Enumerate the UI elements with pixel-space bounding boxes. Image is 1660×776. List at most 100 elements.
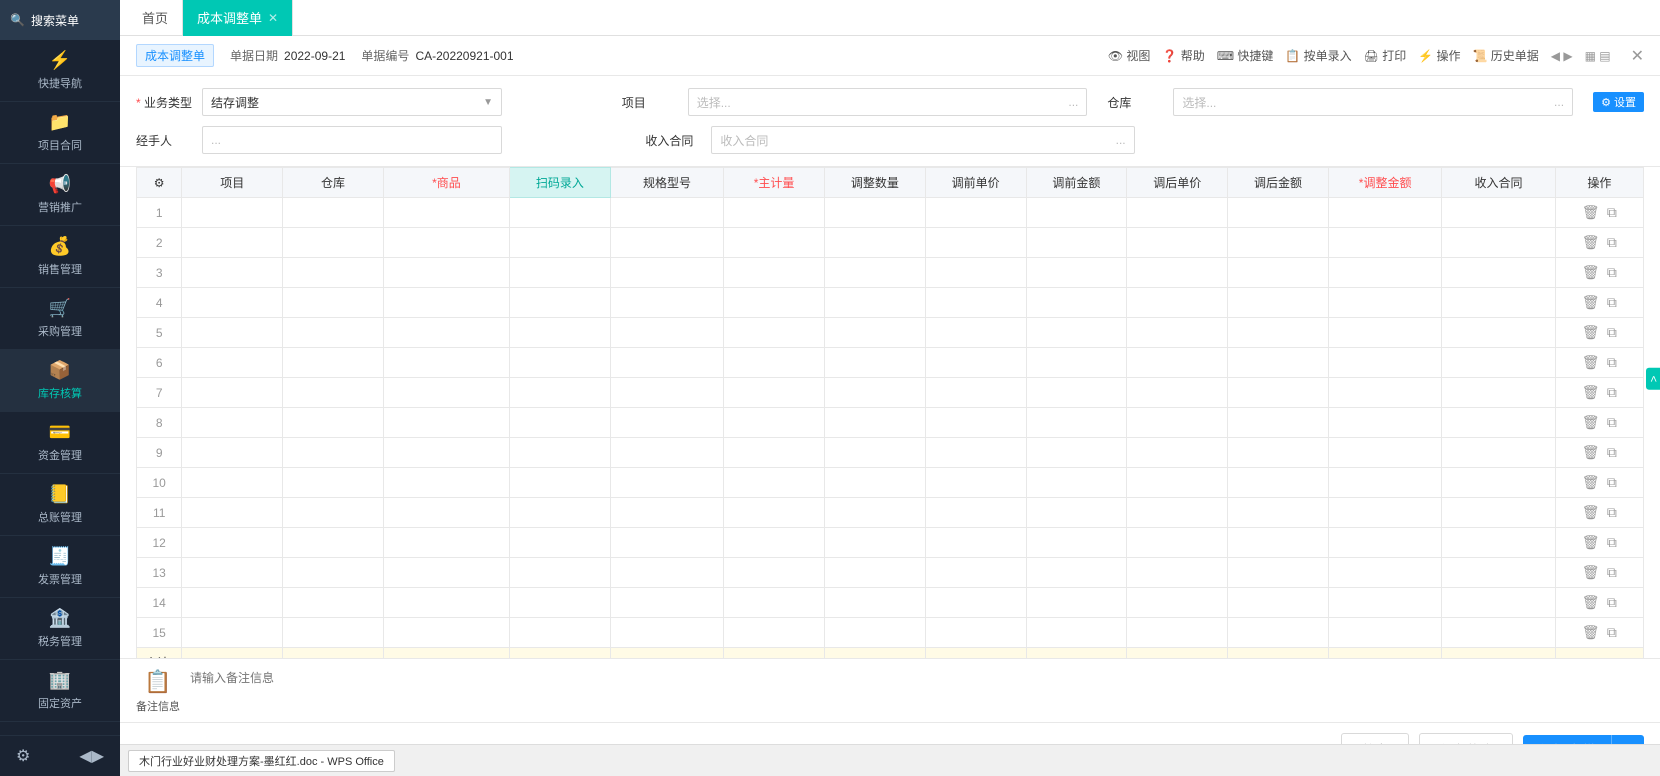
sidebar-item-tax[interactable]: 🏦 税务管理 — [0, 598, 120, 660]
cell-price-after-13[interactable] — [1127, 558, 1228, 588]
cell-income-9[interactable] — [1442, 438, 1555, 468]
cell-goods-15[interactable] — [383, 618, 509, 648]
cell-unit-15[interactable] — [724, 618, 825, 648]
tab-close-icon[interactable]: ✕ — [268, 11, 278, 25]
copy-icon-7[interactable]: ⧉ — [1607, 384, 1617, 400]
cell-scan-5[interactable] — [509, 318, 610, 348]
cell-price-after-11[interactable] — [1127, 498, 1228, 528]
cell-spec-2[interactable] — [610, 228, 723, 258]
delete-icon-4[interactable]: 🗑 — [1582, 294, 1600, 310]
cell-adj-amount-4[interactable] — [1328, 288, 1441, 318]
copy-icon-13[interactable]: ⧉ — [1607, 564, 1617, 580]
delete-icon-13[interactable]: 🗑 — [1582, 564, 1600, 580]
col-scan[interactable]: 扫码录入 — [509, 168, 610, 198]
cell-scan-3[interactable] — [509, 258, 610, 288]
cell-adj-amount-8[interactable] — [1328, 408, 1441, 438]
delete-icon-12[interactable]: 🗑 — [1582, 534, 1600, 550]
copy-icon-11[interactable]: ⧉ — [1607, 504, 1617, 520]
remarks-icon-btn[interactable]: 📋 备注信息 — [136, 667, 180, 714]
history-link[interactable]: 📜 历史单据 — [1473, 47, 1539, 64]
cell-warehouse-1[interactable] — [283, 198, 384, 228]
cell-income-14[interactable] — [1442, 588, 1555, 618]
cell-income-3[interactable] — [1442, 258, 1555, 288]
cell-warehouse-13[interactable] — [283, 558, 384, 588]
cell-qty-7[interactable] — [824, 378, 925, 408]
cell-qty-8[interactable] — [824, 408, 925, 438]
cell-adj-amount-9[interactable] — [1328, 438, 1441, 468]
cell-goods-11[interactable] — [383, 498, 509, 528]
cell-spec-4[interactable] — [610, 288, 723, 318]
cell-project-8[interactable] — [182, 408, 283, 438]
sidebar-item-invoice[interactable]: 🧾 发票管理 — [0, 536, 120, 598]
sidebar-item-asset[interactable]: 🏢 固定资产 — [0, 660, 120, 722]
cell-scan-12[interactable] — [509, 528, 610, 558]
cell-project-12[interactable] — [182, 528, 283, 558]
cell-price-before-12[interactable] — [925, 528, 1026, 558]
sidebar-item-purchase[interactable]: 🛒 采购管理 — [0, 288, 120, 350]
cell-income-10[interactable] — [1442, 468, 1555, 498]
cell-project-5[interactable] — [182, 318, 283, 348]
cell-qty-9[interactable] — [824, 438, 925, 468]
cell-unit-11[interactable] — [724, 498, 825, 528]
cell-goods-6[interactable] — [383, 348, 509, 378]
cell-income-4[interactable] — [1442, 288, 1555, 318]
col-settings[interactable]: ⚙ — [137, 168, 182, 198]
cell-price-after-1[interactable] — [1127, 198, 1228, 228]
cell-warehouse-3[interactable] — [283, 258, 384, 288]
cell-warehouse-12[interactable] — [283, 528, 384, 558]
cell-adj-amount-5[interactable] — [1328, 318, 1441, 348]
remarks-input[interactable] — [190, 667, 1644, 689]
collapse-icon[interactable]: ◀▶ — [79, 746, 104, 766]
copy-icon-9[interactable]: ⧉ — [1607, 444, 1617, 460]
cell-income-8[interactable] — [1442, 408, 1555, 438]
cell-price-before-3[interactable] — [925, 258, 1026, 288]
cell-adj-amount-1[interactable] — [1328, 198, 1441, 228]
agent-input[interactable]: ... — [202, 126, 502, 154]
cell-price-before-13[interactable] — [925, 558, 1026, 588]
cell-spec-3[interactable] — [610, 258, 723, 288]
col-income[interactable]: 收入合同 — [1442, 168, 1555, 198]
delete-icon-14[interactable]: 🗑 — [1582, 594, 1600, 610]
cell-project-6[interactable] — [182, 348, 283, 378]
operation-link[interactable]: ⚡ 操作 — [1418, 47, 1460, 64]
cell-price-before-5[interactable] — [925, 318, 1026, 348]
cell-spec-8[interactable] — [610, 408, 723, 438]
cell-amount-before-6[interactable] — [1026, 348, 1127, 378]
col-unit[interactable]: *主计量 — [724, 168, 825, 198]
cell-warehouse-5[interactable] — [283, 318, 384, 348]
cell-goods-14[interactable] — [383, 588, 509, 618]
cell-amount-after-12[interactable] — [1228, 528, 1329, 558]
cell-income-5[interactable] — [1442, 318, 1555, 348]
cell-spec-6[interactable] — [610, 348, 723, 378]
delete-icon-10[interactable]: 🗑 — [1582, 474, 1600, 490]
cell-price-before-1[interactable] — [925, 198, 1026, 228]
cell-spec-11[interactable] — [610, 498, 723, 528]
cell-amount-before-3[interactable] — [1026, 258, 1127, 288]
col-project[interactable]: 项目 — [182, 168, 283, 198]
cell-amount-before-7[interactable] — [1026, 378, 1127, 408]
cell-unit-9[interactable] — [724, 438, 825, 468]
cell-amount-after-6[interactable] — [1228, 348, 1329, 378]
cell-amount-before-12[interactable] — [1026, 528, 1127, 558]
sidebar-item-finance[interactable]: 💳 资金管理 — [0, 412, 120, 474]
cell-goods-8[interactable] — [383, 408, 509, 438]
cell-spec-14[interactable] — [610, 588, 723, 618]
cell-income-15[interactable] — [1442, 618, 1555, 648]
cell-warehouse-8[interactable] — [283, 408, 384, 438]
sidebar-item-project-contract[interactable]: 📁 项目合同 — [0, 102, 120, 164]
cell-spec-5[interactable] — [610, 318, 723, 348]
cell-spec-7[interactable] — [610, 378, 723, 408]
cell-price-after-8[interactable] — [1127, 408, 1228, 438]
cell-project-13[interactable] — [182, 558, 283, 588]
sidebar-item-quick-nav[interactable]: ⚡ 快捷导航 — [0, 40, 120, 102]
cell-amount-before-11[interactable] — [1026, 498, 1127, 528]
cell-income-13[interactable] — [1442, 558, 1555, 588]
cell-goods-4[interactable] — [383, 288, 509, 318]
cell-qty-5[interactable] — [824, 318, 925, 348]
cell-income-6[interactable] — [1442, 348, 1555, 378]
batch-edit-link[interactable]: 📋 按单录入 — [1285, 47, 1351, 64]
cell-amount-before-5[interactable] — [1026, 318, 1127, 348]
sidebar-item-ledger[interactable]: 📒 总账管理 — [0, 474, 120, 536]
cell-price-after-5[interactable] — [1127, 318, 1228, 348]
cell-scan-1[interactable] — [509, 198, 610, 228]
